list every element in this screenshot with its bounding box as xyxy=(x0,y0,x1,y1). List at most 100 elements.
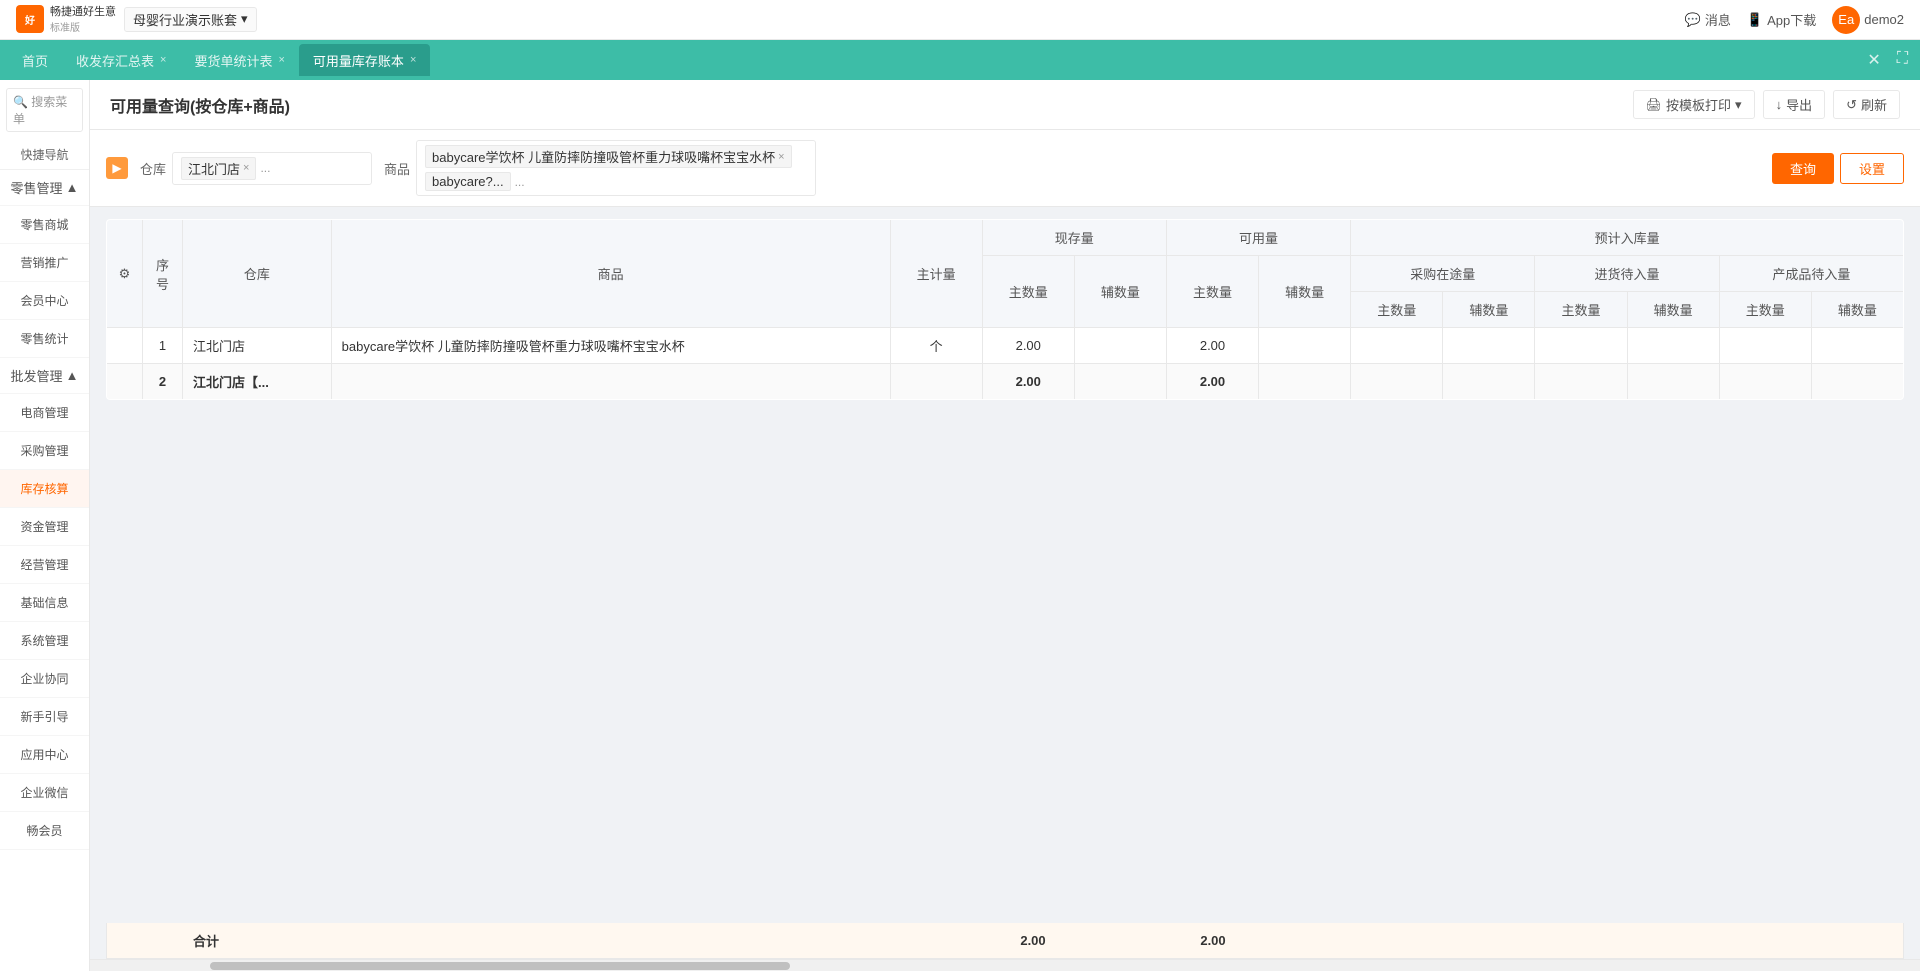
filter-product-input[interactable]: babycare学饮杯 儿童防摔防撞吸管杯重力球吸嘴杯宝宝水杯 × babyca… xyxy=(416,140,816,196)
cell-no: 1 xyxy=(143,328,183,364)
sidebar-item-newbie[interactable]: 新手引导 xyxy=(0,698,89,736)
settings-btn[interactable]: 设置 xyxy=(1840,153,1904,184)
avatar-initial: Ea xyxy=(1838,12,1854,27)
nav-actions: ✕ ⛶ xyxy=(1863,46,1920,74)
cell-pur-aux xyxy=(1443,328,1535,364)
sidebar-quick-nav[interactable]: 快捷导航 xyxy=(0,140,89,170)
th-settings[interactable]: ⚙ xyxy=(107,220,143,328)
print-icon: 🖨 xyxy=(1646,97,1663,113)
sidebar-item-wholesale[interactable]: 批发管理 ▲ xyxy=(0,358,89,394)
sidebar-item-wholesale-label: 批发管理 xyxy=(11,366,63,385)
query-btn[interactable]: 查询 xyxy=(1772,153,1834,184)
logo-text: 畅捷通好生意 xyxy=(50,5,116,19)
app-download-label: App下载 xyxy=(1767,10,1816,29)
sidebar-item-apps[interactable]: 应用中心 xyxy=(0,736,89,774)
user-name: demo2 xyxy=(1864,12,1904,27)
sidebar-search-btn[interactable]: 🔍 搜索菜单 xyxy=(6,88,83,132)
cell-inc-main xyxy=(1535,328,1627,364)
subtotal-pro-main xyxy=(1719,364,1811,400)
avatar: Ea xyxy=(1832,6,1860,34)
sidebar-item-ecommerce[interactable]: 电商管理 xyxy=(0,394,89,432)
sidebar-item-retail-arrow: ▲ xyxy=(66,180,79,195)
tab-order-stats[interactable]: 要货单统计表 × xyxy=(180,44,298,76)
sidebar-item-retail-shop[interactable]: 零售商城 xyxy=(0,206,89,244)
tenant-select[interactable]: 母婴行业演示账套 ▾ xyxy=(124,7,257,32)
subtotal-avail-main: 2.00 xyxy=(1166,364,1258,400)
th-avail-main: 主数量 xyxy=(1166,256,1258,328)
filter-expand-btn[interactable]: ▶ xyxy=(106,157,128,179)
sidebar-item-vip-label: 畅会员 xyxy=(26,822,62,839)
subtotal-unit xyxy=(890,364,982,400)
table-subtotal-row: 2 江北门店【... 2.00 2.00 xyxy=(107,364,1904,400)
tab-receive-send[interactable]: 收发存汇总表 × xyxy=(62,44,180,76)
sidebar-item-wechat[interactable]: 企业微信 xyxy=(0,774,89,812)
sidebar-item-retail[interactable]: 零售管理 ▲ xyxy=(0,170,89,206)
filter-actions: 查询 设置 xyxy=(1772,153,1904,184)
message-btn[interactable]: 💬 消息 xyxy=(1685,10,1731,29)
tab-receive-send-close[interactable]: × xyxy=(160,54,166,66)
sidebar-item-finance-label: 资金管理 xyxy=(20,518,68,535)
cell-warehouse: 江北门店 xyxy=(183,328,332,364)
tab-home-label: 首页 xyxy=(22,51,48,70)
table-container: ⚙ 序号 仓库 商品 主计量 现存量 可用量 预计入库量 主数量 辅数量 主数量… xyxy=(90,207,1920,923)
th-incoming-group: 进货待入量 xyxy=(1535,256,1719,292)
sidebar-item-retail-stats[interactable]: 零售统计 xyxy=(0,320,89,358)
filter-product-group: 商品 babycare学饮杯 儿童防摔防撞吸管杯重力球吸嘴杯宝宝水杯 × bab… xyxy=(384,140,816,196)
filter-warehouse-remove[interactable]: × xyxy=(243,162,249,174)
cell-settings xyxy=(107,328,143,364)
sidebar-item-vip[interactable]: 畅会员 xyxy=(0,812,89,850)
tab-order-stats-close[interactable]: × xyxy=(278,54,284,66)
th-planned-group: 预计入库量 xyxy=(1351,220,1904,256)
export-btn[interactable]: ↓ 导出 xyxy=(1763,90,1826,119)
sidebar-item-basic[interactable]: 基础信息 xyxy=(0,584,89,622)
sidebar-item-wholesale-arrow: ▲ xyxy=(66,368,79,383)
sidebar-item-enterprise[interactable]: 企业协同 xyxy=(0,660,89,698)
tab-receive-send-label: 收发存汇总表 xyxy=(76,51,154,70)
sidebar-item-inventory[interactable]: 库存核算 xyxy=(0,470,89,508)
table-row: 1 江北门店 babycare学饮杯 儿童防摔防撞吸管杯重力球吸嘴杯宝宝水杯 个… xyxy=(107,328,1904,364)
refresh-label: 刷新 xyxy=(1861,95,1887,114)
print-btn[interactable]: 🖨 按模板打印 ▾ xyxy=(1633,90,1755,119)
nav-close-btn[interactable]: ✕ xyxy=(1863,46,1884,74)
subtotal-pur-main xyxy=(1351,364,1443,400)
tab-available-stock-close[interactable]: × xyxy=(410,54,416,66)
sidebar-item-marketing[interactable]: 营销推广 xyxy=(0,244,89,282)
filter-product-tag1-remove[interactable]: × xyxy=(778,151,784,163)
sidebar-item-finance[interactable]: 资金管理 xyxy=(0,508,89,546)
sidebar-item-operations[interactable]: 经营管理 xyxy=(0,546,89,584)
tab-available-stock[interactable]: 可用量库存账本 × xyxy=(299,44,430,76)
th-warehouse: 仓库 xyxy=(183,220,332,328)
th-purchase-group: 采购在途量 xyxy=(1351,256,1535,292)
sidebar-item-basic-label: 基础信息 xyxy=(20,594,68,611)
top-bar-right: 💬 消息 📱 App下载 Ea demo2 xyxy=(1685,6,1904,34)
subtotal-pur-aux xyxy=(1443,364,1535,400)
subtotal-stock-aux xyxy=(1074,364,1166,400)
cell-pro-aux xyxy=(1811,328,1903,364)
filter-product-more[interactable]: ... xyxy=(515,175,525,189)
sidebar-item-member[interactable]: 会员中心 xyxy=(0,282,89,320)
subtotal-pro-aux xyxy=(1811,364,1903,400)
sidebar-item-system[interactable]: 系统管理 xyxy=(0,622,89,660)
filter-warehouse-input[interactable]: 江北门店 × ... xyxy=(172,152,372,185)
subtotal-inc-main xyxy=(1535,364,1627,400)
scroll-thumb[interactable] xyxy=(210,962,790,970)
user-area[interactable]: Ea demo2 xyxy=(1832,6,1904,34)
nav-expand-btn[interactable]: ⛶ xyxy=(1893,46,1912,74)
export-icon: ↓ xyxy=(1776,97,1783,112)
th-product: 商品 xyxy=(331,220,890,328)
filter-warehouse-tag: 江北门店 × xyxy=(181,157,256,180)
filter-warehouse-more[interactable]: ... xyxy=(260,161,270,175)
logo-text-block: 畅捷通好生意 标准版 xyxy=(50,5,116,34)
tab-home[interactable]: 首页 xyxy=(8,44,62,76)
app-download-btn[interactable]: 📱 App下载 xyxy=(1747,10,1816,29)
refresh-btn[interactable]: ↺ 刷新 xyxy=(1833,90,1900,119)
th-pur-aux: 辅数量 xyxy=(1443,292,1535,328)
cell-avail-aux xyxy=(1259,328,1351,364)
filter-product-value1: babycare学饮杯 儿童防摔防撞吸管杯重力球吸嘴杯宝宝水杯 xyxy=(432,147,775,166)
subtotal-product xyxy=(331,364,890,400)
logo-area: 好 畅捷通好生意 标准版 xyxy=(16,5,116,34)
sidebar-item-purchase[interactable]: 采购管理 xyxy=(0,432,89,470)
sidebar-search-area: 🔍 搜索菜单 xyxy=(0,80,89,140)
cell-pro-main xyxy=(1719,328,1811,364)
filter-product-tag2: babycare?... xyxy=(425,172,511,191)
